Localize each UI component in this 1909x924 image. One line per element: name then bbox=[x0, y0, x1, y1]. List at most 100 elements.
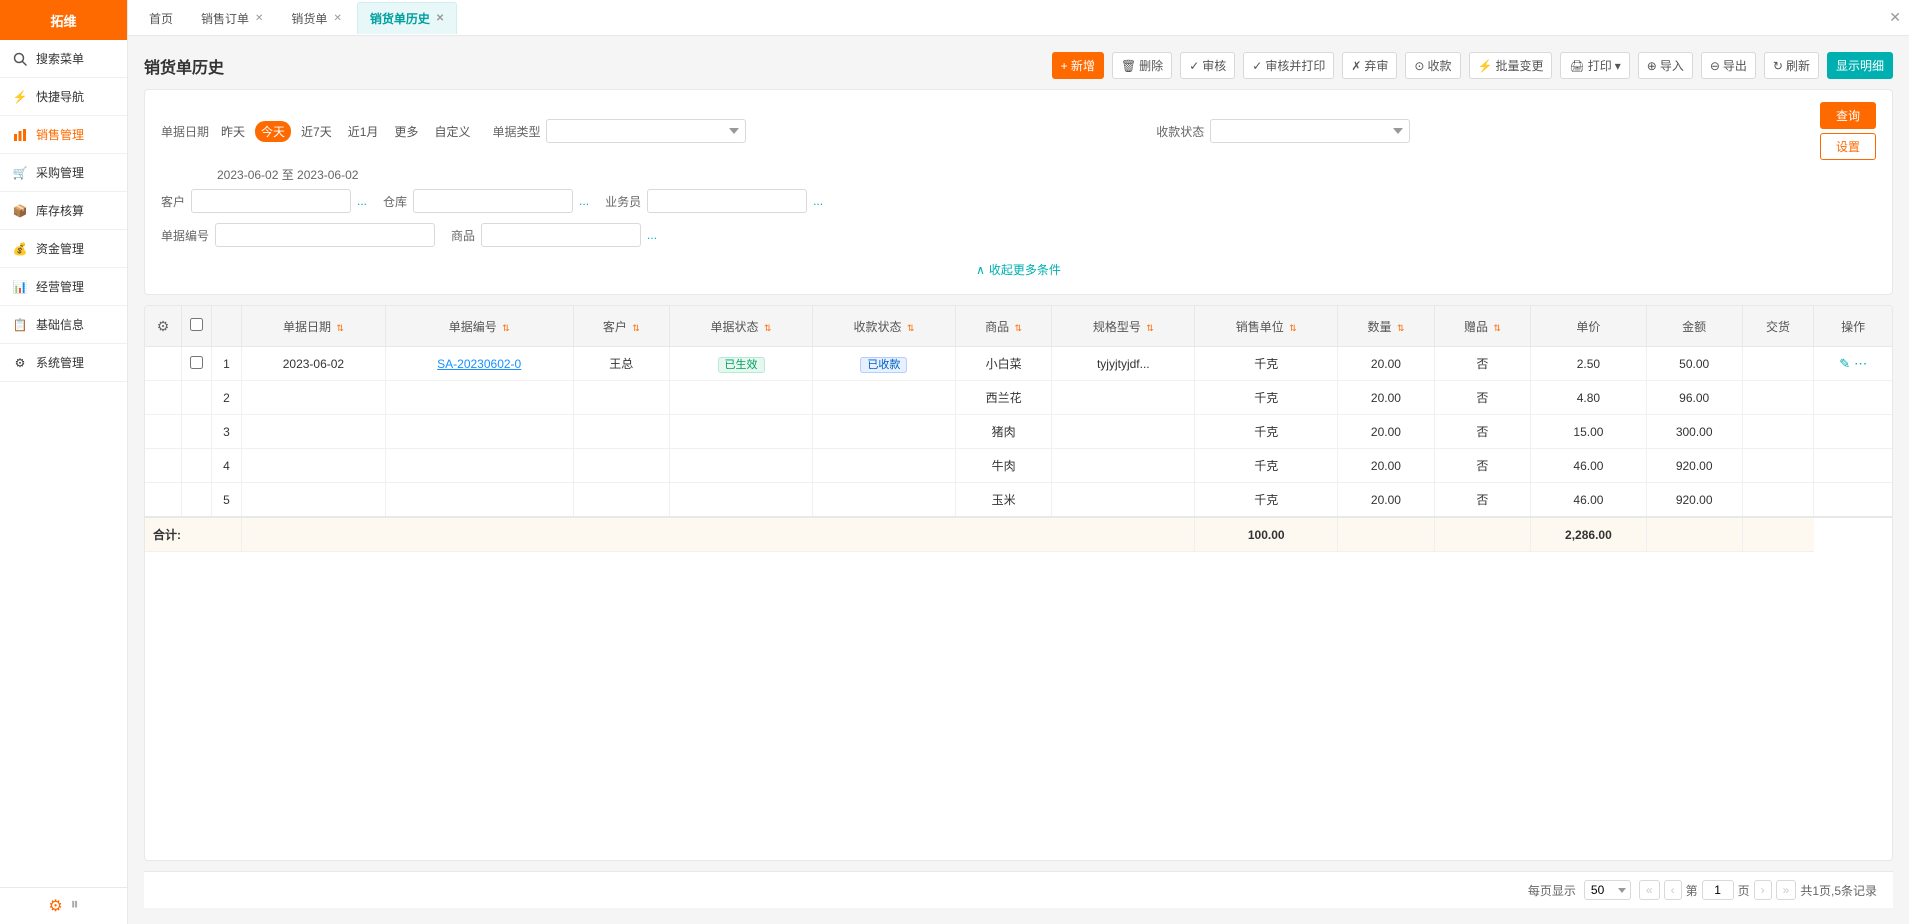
refresh-button[interactable]: ↻ 刷新 bbox=[1764, 52, 1819, 79]
tab-sales-goods-close[interactable]: ✕ bbox=[333, 13, 341, 24]
sidebar-item-purchase-mgmt[interactable]: 🛒 采购管理 bbox=[0, 154, 127, 192]
sort-icon: ⇅ bbox=[907, 323, 915, 333]
date-yesterday[interactable]: 昨天 bbox=[215, 121, 251, 142]
collapse-btn[interactable]: ∧ 收起更多条件 bbox=[161, 257, 1876, 282]
tab-home-label: 首页 bbox=[149, 10, 173, 27]
box-icon: 📦 bbox=[12, 203, 28, 219]
page-prev-button[interactable]: ‹ bbox=[1664, 880, 1682, 900]
customer-ellipsis[interactable]: ... bbox=[357, 194, 367, 208]
row-select-checkbox[interactable] bbox=[190, 356, 203, 369]
tab-sales-order-close[interactable]: ✕ bbox=[255, 13, 263, 24]
pause-bottom-icon[interactable]: ⏸ bbox=[71, 896, 79, 916]
col-doc-status[interactable]: 单据状态 ⇅ bbox=[670, 306, 813, 347]
page-last-button[interactable]: » bbox=[1776, 880, 1797, 900]
col-doc-no[interactable]: 单据编号 ⇅ bbox=[385, 306, 573, 347]
import-button[interactable]: ⊕ 导入 bbox=[1638, 52, 1693, 79]
edit-action-icon[interactable]: ✎ bbox=[1839, 356, 1850, 372]
row-gear bbox=[145, 449, 182, 483]
page-next-button[interactable]: › bbox=[1754, 880, 1772, 900]
table-settings-icon[interactable]: ⚙ bbox=[151, 314, 175, 338]
row-goods: 玉米 bbox=[955, 483, 1052, 518]
review-button[interactable]: ✓ 审核 bbox=[1180, 52, 1235, 79]
sidebar-item-sales-mgmt[interactable]: 销售管理 bbox=[0, 116, 127, 154]
query-button[interactable]: 查询 bbox=[1820, 102, 1876, 129]
doc-no-link[interactable]: SA-20230602-0 bbox=[437, 357, 521, 371]
show-detail-button[interactable]: 显示明细 bbox=[1827, 52, 1893, 79]
settings-bottom-icon[interactable]: ⚙ bbox=[48, 896, 62, 916]
sidebar-item-search-menu[interactable]: 搜索菜单 bbox=[0, 40, 127, 78]
sidebar-item-label: 基础信息 bbox=[36, 316, 84, 333]
col-goods[interactable]: 商品 ⇅ bbox=[955, 306, 1052, 347]
row-doc-status bbox=[670, 483, 813, 518]
collect-button[interactable]: ⊙ 收款 bbox=[1405, 52, 1460, 79]
tab-home[interactable]: 首页 bbox=[136, 2, 186, 34]
col-customer[interactable]: 客户 ⇅ bbox=[573, 306, 670, 347]
batch-change-button[interactable]: ⚡ 批量变更 bbox=[1469, 52, 1553, 79]
col-qty[interactable]: 数量 ⇅ bbox=[1338, 306, 1435, 347]
sidebar-item-inventory[interactable]: 📦 库存核算 bbox=[0, 192, 127, 230]
review-print-button[interactable]: ✓ 审核并打印 bbox=[1243, 52, 1334, 79]
sidebar-item-quick-nav[interactable]: ⚡ 快捷导航 bbox=[0, 78, 127, 116]
sort-icon: ⇅ bbox=[632, 323, 640, 333]
col-doc-date[interactable]: 单据日期 ⇅ bbox=[242, 306, 386, 347]
sidebar-item-label: 采购管理 bbox=[36, 164, 84, 181]
row-doc-date bbox=[242, 381, 386, 415]
goods-input[interactable] bbox=[481, 223, 641, 247]
select-all-checkbox[interactable] bbox=[190, 318, 203, 331]
sort-icon: ⇅ bbox=[1493, 323, 1501, 333]
date-last7[interactable]: 近7天 bbox=[295, 121, 338, 142]
col-checkbox bbox=[182, 306, 212, 347]
col-doc-status-label: 单据状态 bbox=[711, 320, 759, 334]
sidebar-item-finance-mgmt[interactable]: 💰 资金管理 bbox=[0, 230, 127, 268]
warehouse-input[interactable] bbox=[413, 189, 573, 213]
sort-icon: ⇅ bbox=[336, 323, 344, 333]
collect-status-label: 收款状态 bbox=[1156, 123, 1204, 140]
col-doc-date-label: 单据日期 bbox=[283, 320, 331, 334]
doc-type-select[interactable] bbox=[546, 119, 746, 143]
print-button[interactable]: 🖨 打印 ▾ bbox=[1560, 52, 1629, 79]
tab-sales-history[interactable]: 销货单历史 ✕ bbox=[357, 2, 457, 34]
col-unit[interactable]: 销售单位 ⇅ bbox=[1195, 306, 1338, 347]
docno-input[interactable] bbox=[215, 223, 435, 247]
filter-group-docno: 单据编号 bbox=[161, 223, 435, 247]
customer-input[interactable] bbox=[191, 189, 351, 213]
date-more[interactable]: 更多 bbox=[388, 121, 424, 142]
sidebar-bottom: ⚙ ⏸ bbox=[0, 887, 127, 924]
abandon-button[interactable]: ✗ 弃审 bbox=[1342, 52, 1397, 79]
row-qty: 20.00 bbox=[1338, 381, 1435, 415]
setting-button[interactable]: 设置 bbox=[1820, 133, 1876, 160]
sidebar-item-ops-mgmt[interactable]: 📊 经营管理 bbox=[0, 268, 127, 306]
add-button[interactable]: + 新增 bbox=[1052, 52, 1104, 79]
col-spec[interactable]: 规格型号 ⇅ bbox=[1052, 306, 1195, 347]
export-button[interactable]: ⊖ 导出 bbox=[1701, 52, 1756, 79]
col-gift[interactable]: 赠品 ⇅ bbox=[1434, 306, 1531, 347]
page-input[interactable] bbox=[1702, 880, 1734, 900]
salesperson-input[interactable] bbox=[647, 189, 807, 213]
row-unit: 千克 bbox=[1195, 347, 1338, 381]
sidebar-item-label: 搜索菜单 bbox=[36, 50, 84, 67]
salesperson-ellipsis[interactable]: ... bbox=[813, 194, 823, 208]
tab-sales-order[interactable]: 销售订单 ✕ bbox=[188, 2, 276, 34]
date-last1month[interactable]: 近1月 bbox=[342, 121, 385, 142]
tab-sales-goods[interactable]: 销货单 ✕ bbox=[278, 2, 354, 34]
tab-bar-close-all[interactable]: ✕ bbox=[1889, 9, 1901, 26]
col-unit-label: 销售单位 bbox=[1236, 320, 1284, 334]
abandon-icon: ✗ bbox=[1351, 59, 1361, 73]
tab-sales-history-close[interactable]: ✕ bbox=[436, 13, 444, 24]
date-custom[interactable]: 自定义 bbox=[428, 121, 476, 142]
collect-status-select[interactable] bbox=[1210, 119, 1410, 143]
date-today[interactable]: 今天 bbox=[255, 121, 291, 142]
delete-button[interactable]: 🗑 删除 bbox=[1112, 52, 1172, 79]
row-spec: tyjyjtyjdf... bbox=[1052, 347, 1195, 381]
page-size-select[interactable]: 20 50 100 bbox=[1584, 880, 1631, 900]
sidebar-item-base-info[interactable]: 📋 基础信息 bbox=[0, 306, 127, 344]
warehouse-ellipsis[interactable]: ... bbox=[579, 194, 589, 208]
goods-ellipsis[interactable]: ... bbox=[647, 228, 657, 242]
more-action-icon[interactable]: ⋯ bbox=[1854, 356, 1867, 372]
col-collect-status[interactable]: 收款状态 ⇅ bbox=[812, 306, 955, 347]
row-amount: 920.00 bbox=[1646, 483, 1742, 518]
row-qty: 20.00 bbox=[1338, 347, 1435, 381]
page-first-button[interactable]: « bbox=[1639, 880, 1660, 900]
sidebar-item-sys-mgmt[interactable]: ⚙ 系统管理 bbox=[0, 344, 127, 382]
row-unit-price: 4.80 bbox=[1531, 381, 1646, 415]
